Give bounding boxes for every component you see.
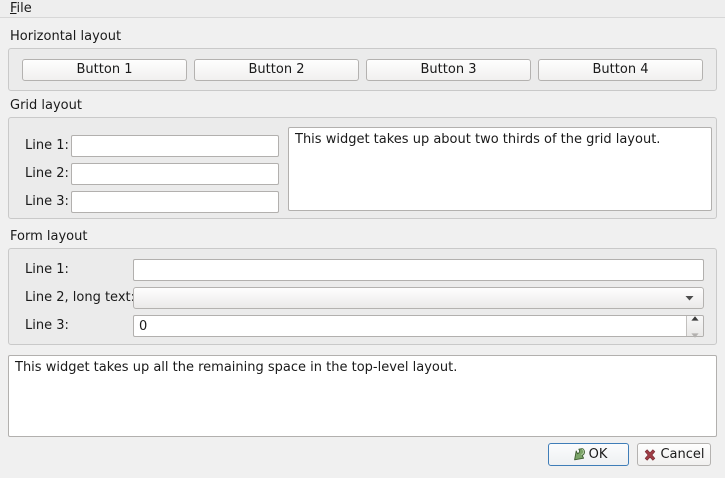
grid-line3-label: Line 3: (25, 194, 69, 209)
cancel-button-label: Cancel (660, 447, 705, 462)
grid-layout-group: Grid layout Line 1: Line 2: Line 3: This… (8, 98, 717, 219)
menu-bar: File (0, 0, 725, 18)
grid-line2-input[interactable] (71, 163, 279, 185)
horizontal-layout-group-frame: Button 1 Button 2 Button 3 Button 4 (8, 48, 717, 91)
ok-button[interactable]: OK (548, 443, 629, 466)
button-3[interactable]: Button 3 (366, 58, 531, 81)
grid-text-edit[interactable]: This widget takes up about two thirds of… (288, 127, 712, 211)
button-4[interactable]: Button 4 (538, 58, 703, 81)
red-cross-icon (643, 448, 657, 462)
chevron-down-icon (685, 295, 694, 301)
button-2[interactable]: Button 2 (194, 58, 359, 81)
form-layout-group: Form layout Line 1: Line 2, long text: L… (8, 229, 717, 345)
menu-file-label: ile (16, 0, 32, 16)
form-line3-label: Line 3: (25, 318, 69, 333)
bottom-text-edit[interactable]: This widget takes up all the remaining s… (8, 355, 717, 437)
arrow-down-icon[interactable] (691, 327, 699, 342)
grid-line3-input[interactable] (71, 191, 279, 213)
menu-file[interactable]: File (3, 0, 39, 18)
horizontal-layout-group: Horizontal layout Button 1 Button 2 Butt… (8, 29, 717, 91)
green-apply-arrow-icon (570, 447, 586, 463)
grid-line1-input[interactable] (71, 135, 279, 157)
grid-layout-group-title: Grid layout (10, 98, 82, 113)
basic-layouts-window: File Horizontal layout Button 1 Button 2… (0, 0, 725, 478)
grid-layout-group-frame: Line 1: Line 2: Line 3: This widget take… (8, 117, 717, 219)
spinbox-input[interactable] (134, 316, 686, 336)
form-line3-spinbox[interactable] (133, 315, 704, 338)
form-layout-group-frame: Line 1: Line 2, long text: Line 3: (8, 248, 717, 345)
cancel-button[interactable]: Cancel (637, 443, 711, 466)
form-line2-combobox[interactable] (133, 287, 704, 309)
grid-line2-label: Line 2: (25, 166, 69, 181)
arrow-up-icon[interactable] (691, 310, 699, 325)
ok-button-label: OK (588, 447, 608, 462)
form-line1-label: Line 1: (25, 262, 69, 277)
button-1[interactable]: Button 1 (22, 58, 187, 81)
form-layout-group-title: Form layout (10, 229, 88, 244)
form-line2-label: Line 2, long text: (25, 290, 135, 305)
spinbox-buttons[interactable] (686, 316, 703, 338)
horizontal-layout-group-title: Horizontal layout (10, 29, 122, 44)
form-line1-input[interactable] (133, 259, 704, 281)
grid-line1-label: Line 1: (25, 138, 69, 153)
